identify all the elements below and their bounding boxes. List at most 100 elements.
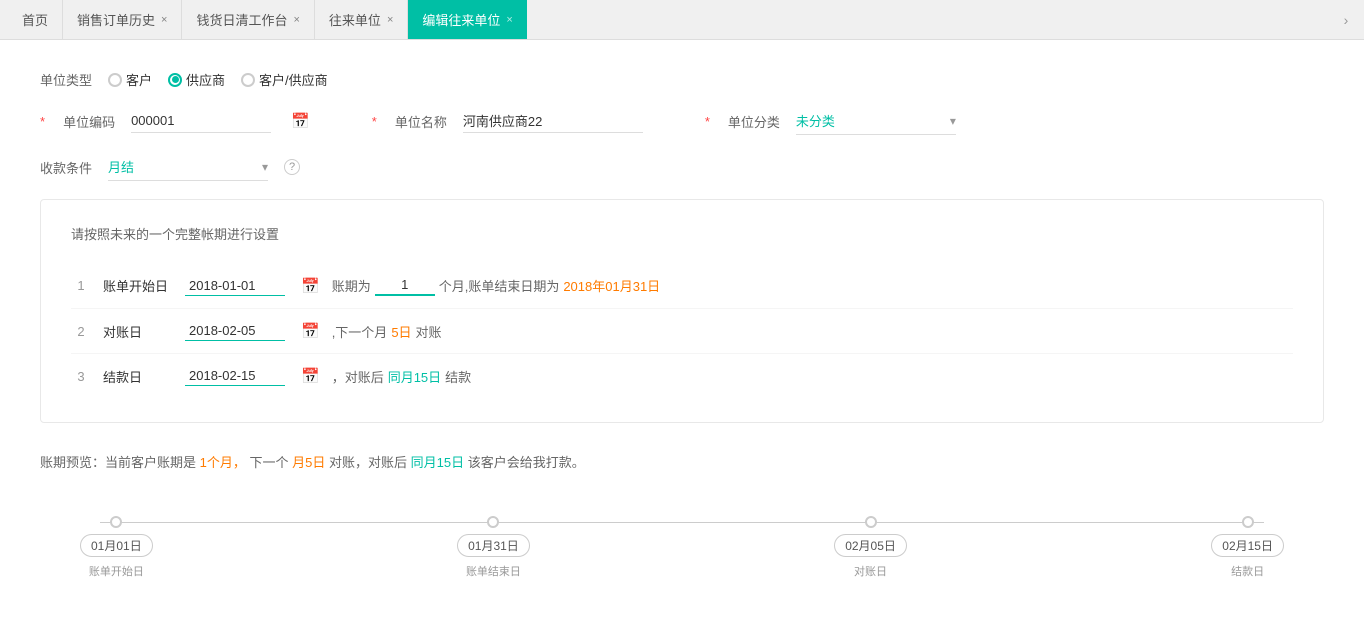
timeline-node-1-circle bbox=[110, 516, 122, 528]
timeline-node-3: 02月05日 对账日 bbox=[834, 516, 907, 579]
payment-condition-value: 月结 bbox=[108, 157, 262, 176]
preview-text-mid2: 对账，对账后 bbox=[329, 455, 407, 470]
section-title: 请按照未来的一个完整帐期进行设置 bbox=[71, 224, 1293, 243]
main-content: 单位类型 客户 供应商 客户/供应商 * 单位编码 📅 * 单位名称 * bbox=[0, 40, 1364, 619]
unit-category-arrow: ▾ bbox=[950, 114, 956, 128]
radio-customer-supplier-label: 客户/供应商 bbox=[259, 70, 328, 89]
row-1-label: 账单开始日 bbox=[103, 276, 173, 295]
timeline-node-1: 01月01日 账单开始日 bbox=[80, 516, 153, 579]
row-start-date: 1 账单开始日 📅 账期为 个月,账单结束日期为 2018年01月31日 bbox=[71, 263, 1293, 309]
start-date-cal-icon[interactable]: 📅 bbox=[301, 277, 320, 295]
row-3-num: 3 bbox=[71, 369, 91, 384]
radio-supplier[interactable]: 供应商 bbox=[168, 70, 225, 89]
payment-condition-arrow: ▾ bbox=[262, 160, 268, 174]
close-partner-tab[interactable]: × bbox=[387, 14, 393, 26]
timeline-node-2-circle bbox=[487, 516, 499, 528]
payment-help-icon[interactable]: ? bbox=[284, 159, 300, 175]
unit-type-row: 单位类型 客户 供应商 客户/供应商 bbox=[40, 70, 1324, 89]
unit-category-label: 单位分类 bbox=[728, 112, 780, 131]
radio-customer-circle bbox=[108, 73, 122, 87]
row-reconcile-date: 2 对账日 📅 ,下一个月 5日 对账 bbox=[71, 309, 1293, 354]
tab-cash-work[interactable]: 钱货日清工作台 × bbox=[182, 0, 314, 39]
preview-highlight1: 1个月， bbox=[200, 455, 246, 470]
row-1-suffix: 账期为 个月,账单结束日期为 2018年01月31日 bbox=[332, 275, 660, 296]
timeline-container: 01月01日 账单开始日 01月31日 账单结束日 02月05日 对账日 bbox=[40, 496, 1324, 599]
radio-customer-supplier[interactable]: 客户/供应商 bbox=[241, 70, 328, 89]
unit-name-required: * bbox=[372, 114, 377, 129]
unit-type-label: 单位类型 bbox=[40, 70, 92, 89]
timeline-node-3-circle bbox=[865, 516, 877, 528]
radio-customer-label: 客户 bbox=[126, 70, 152, 89]
tab-scroll-arrow[interactable]: › bbox=[1336, 0, 1356, 40]
timeline-node-4-label: 02月15日 bbox=[1211, 534, 1284, 557]
unit-name-label: 单位名称 bbox=[395, 112, 447, 131]
radio-customer[interactable]: 客户 bbox=[108, 70, 152, 89]
preview-highlight3: 同月15日 bbox=[411, 455, 464, 470]
payment-condition-select[interactable]: 月结 ▾ bbox=[108, 153, 268, 181]
close-edit-partner-tab[interactable]: × bbox=[506, 14, 512, 26]
tab-edit-partner[interactable]: 编辑往来单位 × bbox=[408, 0, 526, 39]
timeline-node-4: 02月15日 结款日 bbox=[1211, 516, 1284, 579]
tab-partner[interactable]: 往来单位 × bbox=[315, 0, 408, 39]
preview-text-post: 该客户会给我打款。 bbox=[468, 455, 585, 470]
preview-highlight2: 月5日 bbox=[292, 455, 325, 470]
payment-date-input[interactable] bbox=[185, 366, 285, 386]
reconcile-date-input[interactable] bbox=[185, 321, 285, 341]
unit-category-select[interactable]: 未分类 ▾ bbox=[796, 107, 956, 135]
period-input[interactable] bbox=[375, 275, 435, 296]
close-cash-work-tab[interactable]: × bbox=[293, 14, 299, 26]
row-2-suffix-text: 对账 bbox=[416, 322, 442, 341]
unit-category-value: 未分类 bbox=[796, 111, 950, 130]
tab-cash-work-label: 钱货日清工作台 bbox=[196, 10, 287, 29]
start-date-input[interactable] bbox=[185, 276, 285, 296]
unit-name-input[interactable] bbox=[463, 109, 643, 133]
tab-home-label: 首页 bbox=[22, 10, 48, 29]
tab-partner-label: 往来单位 bbox=[329, 10, 381, 29]
row-3-label: 结款日 bbox=[103, 367, 173, 386]
timeline-node-2: 01月31日 账单结束日 bbox=[457, 516, 530, 579]
row-2-suffix: ,下一个月 5日 对账 bbox=[332, 322, 442, 341]
reconcile-date-cal-icon[interactable]: 📅 bbox=[301, 322, 320, 340]
timeline-node-1-label: 01月01日 bbox=[80, 534, 153, 557]
tab-bar: 首页 销售订单历史 × 钱货日清工作台 × 往来单位 × 编辑往来单位 × › bbox=[0, 0, 1364, 40]
period-section: 请按照未来的一个完整帐期进行设置 1 账单开始日 📅 账期为 个月,账单结束日期… bbox=[40, 199, 1324, 423]
row-payment-date: 3 结款日 📅 ，对账后 同月15日 结款 bbox=[71, 354, 1293, 398]
tab-home[interactable]: 首页 bbox=[8, 0, 63, 39]
preview-section: 账期预览：当前客户账期是 1个月， 下一个 月5日 对账，对账后 同月15日 该… bbox=[40, 439, 1324, 486]
unit-code-label: 单位编码 bbox=[63, 112, 115, 131]
unit-code-icon[interactable]: 📅 bbox=[291, 112, 310, 130]
row-3-suffix: ，对账后 同月15日 结款 bbox=[332, 367, 472, 386]
unit-code-input[interactable] bbox=[131, 109, 271, 133]
close-sales-order-tab[interactable]: × bbox=[161, 14, 167, 26]
row-2-prefix: ,下一个月 bbox=[332, 322, 388, 341]
radio-supplier-label: 供应商 bbox=[186, 70, 225, 89]
row-2-highlight: 5日 bbox=[391, 322, 411, 341]
timeline-node-4-desc: 结款日 bbox=[1231, 563, 1264, 579]
row-1-end-date: 2018年01月31日 bbox=[563, 276, 660, 295]
payment-date-cal-icon[interactable]: 📅 bbox=[301, 367, 320, 385]
tab-edit-partner-label: 编辑往来单位 bbox=[422, 10, 500, 29]
row-3-suffix-text: 结款 bbox=[445, 367, 471, 386]
preview-text-mid: 下一个 bbox=[250, 455, 289, 470]
radio-customer-supplier-circle bbox=[241, 73, 255, 87]
row-2-num: 2 bbox=[71, 324, 91, 339]
tab-sales-order-label: 销售订单历史 bbox=[77, 10, 155, 29]
timeline-node-2-label: 01月31日 bbox=[457, 534, 530, 557]
unit-category-required: * bbox=[705, 114, 710, 129]
unit-type-radio-group: 客户 供应商 客户/供应商 bbox=[108, 70, 328, 89]
timeline-node-4-circle bbox=[1242, 516, 1254, 528]
row-1-num: 1 bbox=[71, 278, 91, 293]
row-3-highlight: 同月15日 bbox=[388, 367, 441, 386]
row-1-period-label: 账期为 bbox=[332, 276, 371, 295]
timeline-nodes: 01月01日 账单开始日 01月31日 账单结束日 02月05日 对账日 bbox=[80, 516, 1284, 579]
row-2-label: 对账日 bbox=[103, 322, 173, 341]
row-3-prefix: ，对账后 bbox=[332, 367, 384, 386]
timeline-node-3-desc: 对账日 bbox=[854, 563, 887, 579]
unit-code-required: * bbox=[40, 114, 45, 129]
tab-sales-order[interactable]: 销售订单历史 × bbox=[63, 0, 182, 39]
timeline-node-3-label: 02月05日 bbox=[834, 534, 907, 557]
payment-condition-row: 收款条件 月结 ▾ ? bbox=[40, 153, 1324, 181]
unit-info-row: * 单位编码 📅 * 单位名称 * 单位分类 未分类 ▾ bbox=[40, 107, 1324, 135]
payment-condition-label: 收款条件 bbox=[40, 158, 92, 177]
radio-supplier-circle bbox=[168, 73, 182, 87]
